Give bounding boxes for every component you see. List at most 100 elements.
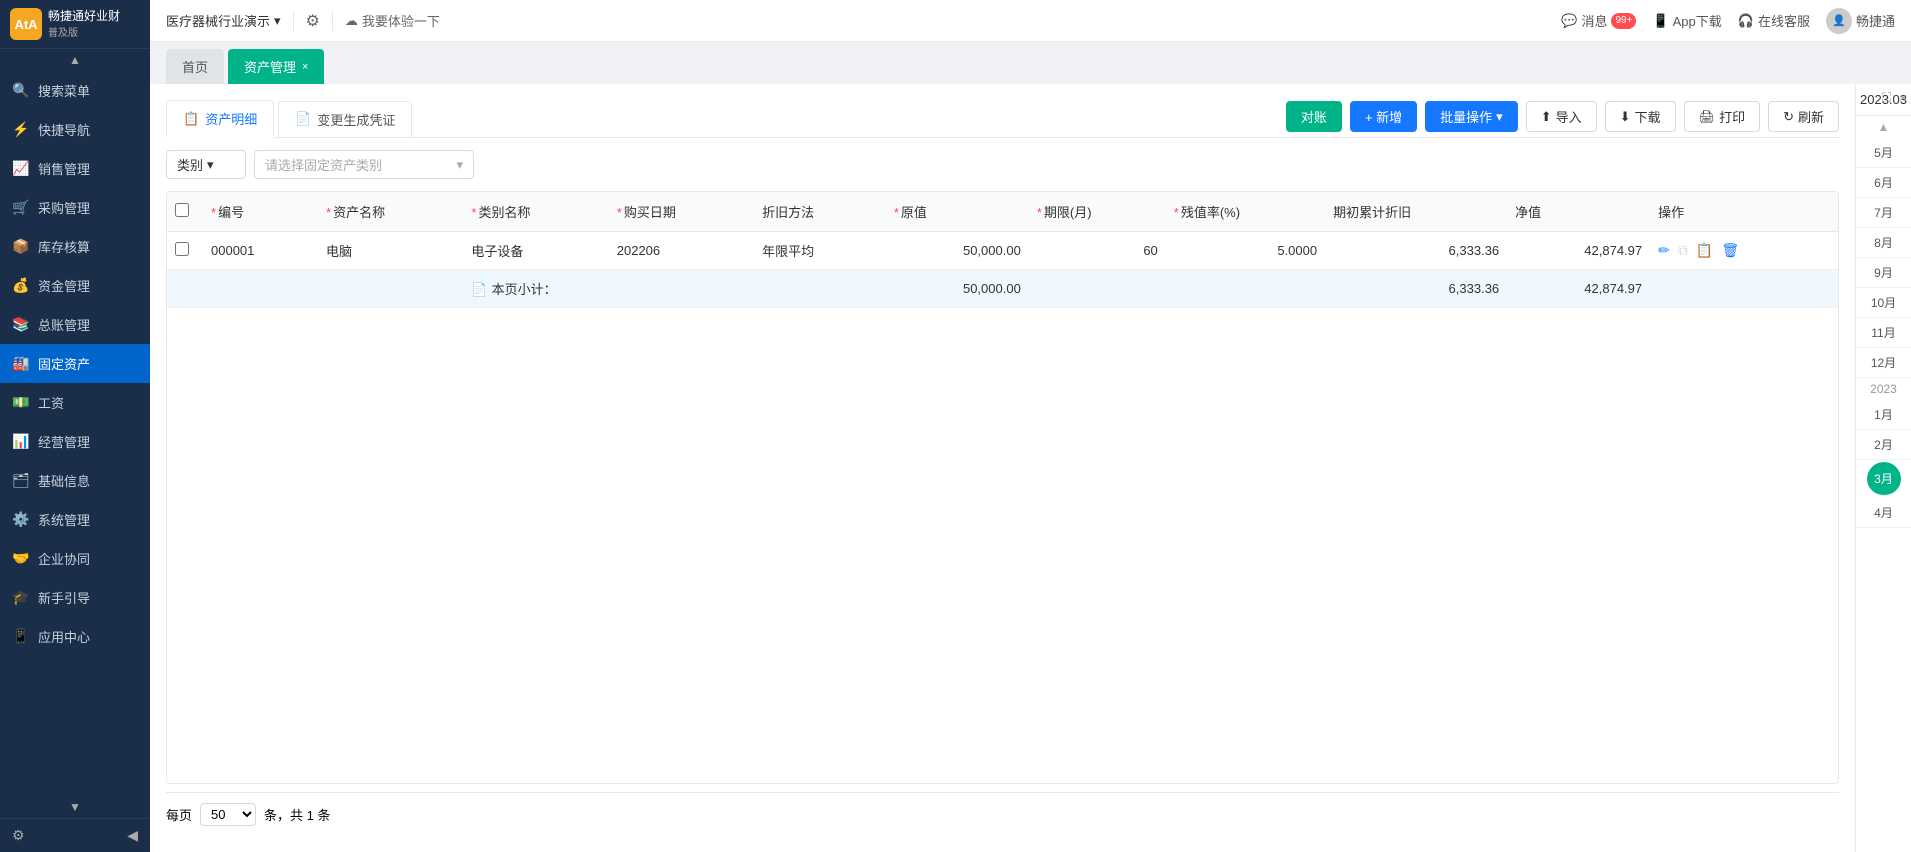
cal-month-12月[interactable]: 12月 xyxy=(1856,348,1911,378)
content-area: 📋 资产明细 📄 变更生成凭证 对账 + 新增 批量操作 ▾ ⬆ xyxy=(150,84,1911,852)
sidebar-item-工资[interactable]: 💵 工资 xyxy=(0,383,150,422)
cal-month-9月[interactable]: 9月 xyxy=(1856,258,1911,288)
sidebar-item-采购管理[interactable]: 🛒 采购管理 xyxy=(0,188,150,227)
cal-month-2月[interactable]: 2月 xyxy=(1856,430,1911,460)
sidebar-item-固定资产[interactable]: 🏭 固定资产 xyxy=(0,344,150,383)
sidebar-label: 资金管理 xyxy=(38,276,90,295)
app-download-btn[interactable]: 📱 App下载 xyxy=(1652,11,1721,30)
experience-link[interactable]: ☁ 我要体验一下 xyxy=(345,11,440,30)
cal-month-8月[interactable]: 8月 xyxy=(1856,228,1911,258)
message-btn[interactable]: 💬 消息 99+ xyxy=(1561,11,1636,30)
subtotal-original-value: 50,000.00 xyxy=(886,270,1029,308)
cal-month-7月[interactable]: 7月 xyxy=(1856,198,1911,228)
tab-asset-management[interactable]: 资产管理 × xyxy=(228,49,324,84)
sidebar-item-搜索菜单[interactable]: 🔍 搜索菜单 xyxy=(0,71,150,110)
topbar-right: 💬 消息 99+ 📱 App下载 🎧 在线客服 👤 畅捷通 xyxy=(1561,8,1895,34)
sidebar-icon: ⚙️ xyxy=(12,511,30,528)
reconcile-btn[interactable]: 对账 xyxy=(1286,101,1342,132)
print-label: 打印 xyxy=(1719,107,1745,126)
sidebar-item-应用中心[interactable]: 📱 应用中心 xyxy=(0,617,150,656)
cal-month-1月[interactable]: 1月 xyxy=(1856,400,1911,430)
cal-scroll-up[interactable]: ▲ xyxy=(1856,116,1911,138)
tab-close-icon[interactable]: × xyxy=(302,61,308,73)
cal-month-4月[interactable]: 4月 xyxy=(1856,498,1911,528)
row-checkbox[interactable] xyxy=(175,242,189,256)
import-btn[interactable]: ⬆ 导入 xyxy=(1526,101,1597,132)
subtab-asset-detail[interactable]: 📋 资产明细 xyxy=(166,100,274,138)
company-selector[interactable]: 医疗器械行业演示 ▾ xyxy=(166,11,281,30)
import-icon: ⬆ xyxy=(1541,109,1552,125)
sidebar-item-库存核算[interactable]: 📦 库存核算 xyxy=(0,227,150,266)
tab-home[interactable]: 首页 xyxy=(166,49,224,84)
cal-maximize-icon[interactable]: ⛶ xyxy=(1882,90,1891,106)
sidebar-bottom: ⚙ ◀ xyxy=(0,818,150,852)
cell-original-value: 50,000.00 xyxy=(886,232,1029,270)
clone-icon[interactable]: 📋 xyxy=(1696,242,1713,259)
user-avatar-btn[interactable]: 👤 畅捷通 xyxy=(1826,8,1895,34)
sidebar-scroll-up[interactable]: ▲ xyxy=(0,49,150,71)
cell-actions: ✏ ⧉ 📋 🗑 xyxy=(1650,232,1838,270)
th-original-value: *原值 xyxy=(886,192,1029,232)
th-purchase-date: *购买日期 xyxy=(609,192,754,232)
cell-depreciation-method: 年限平均 xyxy=(754,232,886,270)
sidebar-item-销售管理[interactable]: 📈 销售管理 xyxy=(0,149,150,188)
edit-icon[interactable]: ✏ xyxy=(1658,242,1670,259)
sidebar-item-新手引导[interactable]: 🎓 新手引导 xyxy=(0,578,150,617)
sidebar-item-总账管理[interactable]: 📚 总账管理 xyxy=(0,305,150,344)
topbar-divider2 xyxy=(332,11,333,31)
copy-icon[interactable]: ⧉ xyxy=(1678,242,1688,259)
category-filter[interactable]: 类别 ▾ xyxy=(166,150,246,179)
download-icon: 📱 xyxy=(1652,13,1668,29)
table-header-row: *编号 *资产名称 *类别名称 *购买日期 折旧方法 *原值 *期限(月) *残… xyxy=(167,192,1838,232)
batch-btn[interactable]: 批量操作 ▾ xyxy=(1425,101,1518,132)
sidebar-label: 经营管理 xyxy=(38,432,90,451)
subtotal-residual xyxy=(1166,270,1325,308)
sidebar-item-快捷导航[interactable]: ⚡ 快捷导航 xyxy=(0,110,150,149)
sidebar-label: 企业协同 xyxy=(38,549,90,568)
right-sidebar: 2023.03 ⛶ × ▲ 5月6月7月8月9月10月11月12月20231月2… xyxy=(1855,84,1911,852)
cal-month-3月[interactable]: 3月 xyxy=(1867,462,1901,496)
subtotal-row: 📄本页小计： 50,000.00 6,333.36 42,874.97 xyxy=(167,270,1838,308)
subtotal-label-cell: 📄本页小计： xyxy=(463,270,885,308)
th-accumulated-depreciation: 期初累计折旧 xyxy=(1325,192,1507,232)
gear-icon[interactable]: ⚙ xyxy=(306,11,320,31)
subtab-generate-voucher[interactable]: 📄 变更生成凭证 xyxy=(278,101,412,137)
download-btn[interactable]: ⬇ 下载 xyxy=(1605,101,1676,132)
online-service-label: 在线客服 xyxy=(1758,11,1810,30)
th-depreciation-method: 折旧方法 xyxy=(754,192,886,232)
cal-month-5月[interactable]: 5月 xyxy=(1856,138,1911,168)
category-select-input[interactable]: 请选择固定资产类别 ▾ xyxy=(254,150,474,179)
sidebar-scroll-down[interactable]: ▼ xyxy=(0,796,150,818)
refresh-btn[interactable]: ↻ 刷新 xyxy=(1768,101,1839,132)
sidebar-item-资金管理[interactable]: 💰 资金管理 xyxy=(0,266,150,305)
cal-month-10月[interactable]: 10月 xyxy=(1856,288,1911,318)
pagination: 每页 50 100 200 条，共 1 条 xyxy=(166,792,1839,836)
cal-month-11月[interactable]: 11月 xyxy=(1856,318,1911,348)
cell-code: 000001 xyxy=(203,232,318,270)
print-btn[interactable]: 🖨 打印 xyxy=(1684,101,1761,132)
per-page-select[interactable]: 50 100 200 xyxy=(200,803,256,826)
select-all-checkbox[interactable] xyxy=(175,203,189,217)
online-service-btn[interactable]: 🎧 在线客服 xyxy=(1738,11,1810,30)
batch-label: 批量操作 xyxy=(1440,107,1492,126)
cloud-icon: ☁ xyxy=(345,13,358,29)
asset-table-wrap: *编号 *资产名称 *类别名称 *购买日期 折旧方法 *原值 *期限(月) *残… xyxy=(166,191,1839,784)
delete-icon[interactable]: 🗑 xyxy=(1721,242,1739,259)
sidebar-icon: 🗂 xyxy=(12,472,30,489)
th-code: *编号 xyxy=(203,192,318,232)
cal-month-6月[interactable]: 6月 xyxy=(1856,168,1911,198)
sidebar-item-企业协同[interactable]: 🤝 企业协同 xyxy=(0,539,150,578)
subtab-asset-detail-label: 资产明细 xyxy=(205,109,257,128)
filter-toolbar: 类别 ▾ 请选择固定资产类别 ▾ xyxy=(166,150,1839,179)
new-btn[interactable]: + 新增 xyxy=(1350,101,1417,132)
cell-period: 60 xyxy=(1029,232,1166,270)
sidebar-item-基础信息[interactable]: 🗂 基础信息 xyxy=(0,461,150,500)
collapse-icon[interactable]: ◀ xyxy=(127,827,138,844)
sidebar-item-经营管理[interactable]: 📊 经营管理 xyxy=(0,422,150,461)
message-badge: 99+ xyxy=(1611,13,1636,29)
logo-icon: AtA xyxy=(10,8,42,40)
sidebar-label: 快捷导航 xyxy=(38,120,90,139)
cal-close-icon[interactable]: × xyxy=(1899,90,1907,105)
settings-icon[interactable]: ⚙ xyxy=(12,827,25,844)
sidebar-item-系统管理[interactable]: ⚙️ 系统管理 xyxy=(0,500,150,539)
